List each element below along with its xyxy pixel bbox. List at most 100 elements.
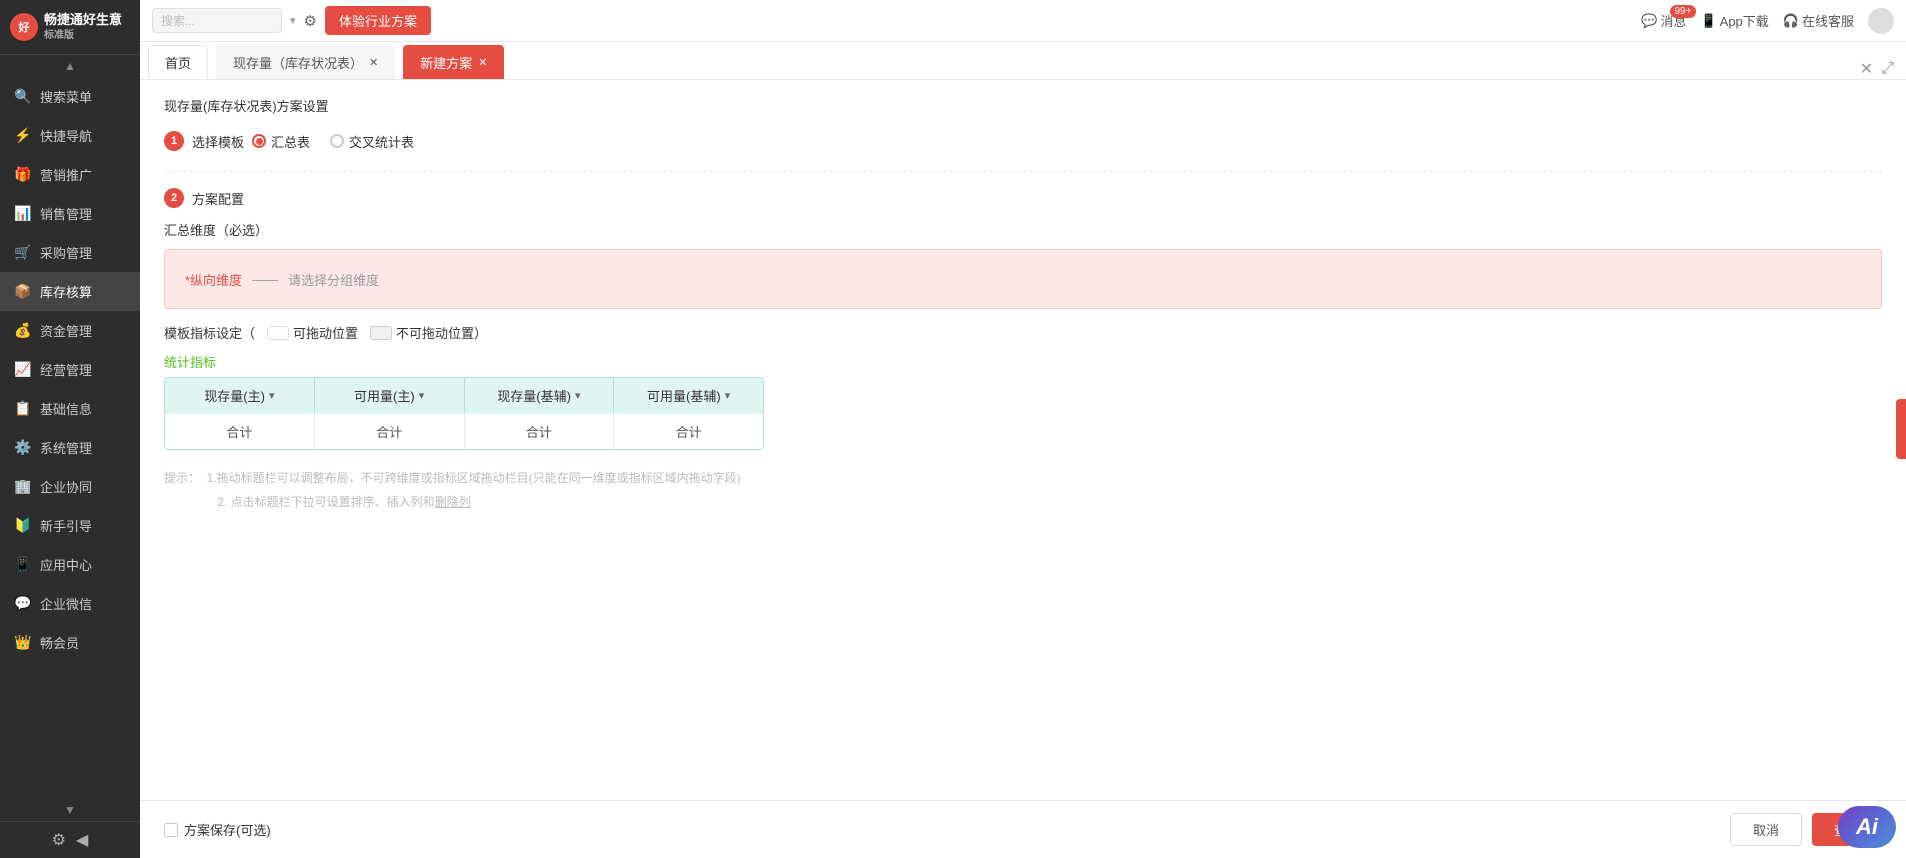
save-option: 方案保存(可选): [164, 820, 271, 839]
col4-label: 可用量(基辅): [647, 386, 721, 405]
col3-chevron-icon[interactable]: ▾: [575, 389, 581, 402]
tab-inventory-status[interactable]: 现存量（库存状况表） ✕: [216, 45, 395, 79]
radio-summary[interactable]: 汇总表: [252, 132, 310, 151]
sidebar-item-quick-nav[interactable]: ⚡ 快捷导航: [0, 116, 140, 155]
sidebar-item-wechat[interactable]: 💬 企业微信: [0, 584, 140, 623]
tabs-bar: 首页 现存量（库存状况表） ✕ 新建方案 ✕ ✕ ⤢: [140, 42, 1906, 80]
col2-chevron-icon[interactable]: ▾: [419, 389, 425, 402]
stat-col2-header[interactable]: 可用量(主) ▾: [315, 378, 465, 413]
sidebar-bottom: ⚙ ◀: [0, 821, 140, 858]
col4-body: 合计: [614, 413, 763, 449]
online-service-btn[interactable]: 🎧 在线客服: [1783, 11, 1854, 30]
tab-inventory-close-icon[interactable]: ✕: [369, 56, 378, 69]
header-chevron-icon[interactable]: ▾: [290, 14, 296, 27]
money-icon: 💰: [14, 322, 32, 339]
schema-container: 现存量(库存状况表)方案设置 1 选择模板 汇总表 交叉统计表: [140, 80, 1906, 800]
step1-number: 1: [164, 131, 184, 151]
gear-icon: ⚙️: [14, 439, 32, 456]
cancel-button[interactable]: 取消: [1730, 813, 1802, 846]
sidebar-item-basic-info[interactable]: 📋 基础信息: [0, 389, 140, 428]
mobile-icon: 📱: [1700, 13, 1716, 29]
drag-indicator: 可拖动位置: [267, 323, 358, 342]
col1-label: 现存量(主): [204, 386, 265, 405]
headset-icon: 🎧: [1783, 13, 1799, 29]
right-sidebar-handle[interactable]: [1896, 399, 1906, 459]
message-icon: 💬: [1641, 13, 1657, 29]
tab-home[interactable]: 首页: [148, 45, 208, 79]
sidebar-item-system[interactable]: ⚙️ 系统管理: [0, 428, 140, 467]
tips-area: 提示： 1.拖动标题栏可以调整布局，不可跨维度或指标区域拖动栏目(只能在同一维度…: [164, 466, 1882, 514]
info-icon: 📋: [14, 400, 32, 417]
page-content: 现存量(库存状况表)方案设置 1 选择模板 汇总表 交叉统计表: [140, 80, 1906, 800]
scroll-down-btn[interactable]: ▼: [0, 799, 140, 821]
no-drag-box: [370, 326, 392, 340]
radio-summary-label: 汇总表: [271, 132, 310, 151]
tab-new-schema-close-icon[interactable]: ✕: [478, 56, 487, 69]
logo-icon: 好: [10, 13, 38, 41]
header-search-box[interactable]: 搜索...: [152, 8, 282, 33]
online-service-label: 在线客服: [1802, 11, 1854, 30]
save-checkbox[interactable]: [164, 823, 178, 837]
box-icon: 📦: [14, 283, 32, 300]
stat-col4-header[interactable]: 可用量(基辅) ▾: [614, 378, 763, 413]
gift-icon: 🎁: [14, 166, 32, 183]
col3-label: 现存量(基辅): [497, 386, 571, 405]
stat-col3-header[interactable]: 现存量(基辅) ▾: [465, 378, 615, 413]
dimension-placeholder: 请选择分组维度: [288, 270, 379, 289]
app-download-btn[interactable]: 📱 App下载: [1700, 11, 1768, 30]
sidebar-item-purchase[interactable]: 🛒 采购管理: [0, 233, 140, 272]
scroll-up-btn[interactable]: ▲: [0, 55, 140, 77]
sidebar-item-label: 采购管理: [40, 243, 92, 262]
sidebar-item-enterprise[interactable]: 🏢 企业协同: [0, 467, 140, 506]
expand-tab-icon[interactable]: ⤢: [1881, 60, 1894, 78]
collapse-icon[interactable]: ◀: [76, 830, 88, 850]
delete-col-link[interactable]: 删除列: [435, 495, 471, 509]
app-logo: 好 畅捷通好生意 标准版: [0, 0, 140, 55]
tabs-actions: ✕ ⤢: [1860, 59, 1906, 79]
sidebar-item-label: 畅会员: [40, 633, 79, 652]
sidebar-item-finance[interactable]: 💰 资金管理: [0, 311, 140, 350]
stat-table-title: 统计指标: [164, 352, 1882, 371]
top-header: 搜索... ▾ ⚙ 体验行业方案 💬 消息 99+ 📱 App下载 🎧 在线客服: [140, 0, 1906, 42]
template-radio-group: 汇总表 交叉统计表: [252, 132, 414, 151]
tips-item2: 2. 点击标题栏下拉可设置排序、插入列和删除列: [164, 490, 1882, 514]
crown-icon: 👑: [14, 634, 32, 651]
sidebar-item-member[interactable]: 👑 畅会员: [0, 623, 140, 662]
step1-label: 选择模板: [192, 132, 244, 151]
sidebar-item-sales[interactable]: 📊 销售管理: [0, 194, 140, 233]
sidebar-item-marketing[interactable]: 🎁 营销推广: [0, 155, 140, 194]
dimension-required-label: *纵向维度: [185, 270, 242, 289]
sidebar-item-management[interactable]: 📈 经营管理: [0, 350, 140, 389]
trial-button[interactable]: 体验行业方案: [325, 6, 431, 35]
chat-icon: 💬: [14, 595, 32, 612]
col4-chevron-icon[interactable]: ▾: [725, 389, 731, 402]
header-gear-icon[interactable]: ⚙: [304, 12, 317, 30]
search-placeholder: 搜索...: [161, 12, 195, 29]
radio-cross[interactable]: 交叉统计表: [330, 132, 414, 151]
dimension-box[interactable]: *纵向维度 —— 请选择分组维度: [164, 249, 1882, 309]
sidebar-item-search[interactable]: 🔍 搜索菜单: [0, 77, 140, 116]
col1-body: 合计: [165, 413, 315, 449]
col1-chevron-icon[interactable]: ▾: [269, 389, 275, 402]
stat-col1-header[interactable]: 现存量(主) ▾: [165, 378, 315, 413]
messages-btn[interactable]: 💬 消息 99+: [1641, 11, 1686, 30]
sidebar-item-label: 资金管理: [40, 321, 92, 340]
radio-summary-dot: [252, 134, 266, 148]
indicator-settings: 模板指标设定（ 可拖动位置 不可拖动位置）: [164, 323, 1882, 342]
sidebar-item-new-guide[interactable]: 🔰 新手引导: [0, 506, 140, 545]
no-drag-indicator: 不可拖动位置）: [370, 323, 487, 342]
settings-icon[interactable]: ⚙: [52, 830, 66, 850]
step2-label: 方案配置: [192, 189, 244, 208]
step1-header: 1 选择模板 汇总表 交叉统计表: [164, 131, 1882, 151]
radio-cross-dot: [330, 134, 344, 148]
tab-new-schema[interactable]: 新建方案 ✕: [403, 45, 504, 79]
user-avatar[interactable]: [1868, 8, 1894, 34]
ai-badge[interactable]: Ai: [1838, 806, 1896, 848]
bottom-bar: 方案保存(可选) 取消 查询: [140, 800, 1906, 858]
sidebar-item-label: 企业协同: [40, 477, 92, 496]
sidebar-item-inventory[interactable]: 📦 库存核算: [0, 272, 140, 311]
cart-icon: 🛒: [14, 244, 32, 261]
app-name: 畅捷通好生意: [44, 12, 122, 29]
close-tab-icon[interactable]: ✕: [1860, 59, 1873, 79]
sidebar-item-app-center[interactable]: 📱 应用中心: [0, 545, 140, 584]
